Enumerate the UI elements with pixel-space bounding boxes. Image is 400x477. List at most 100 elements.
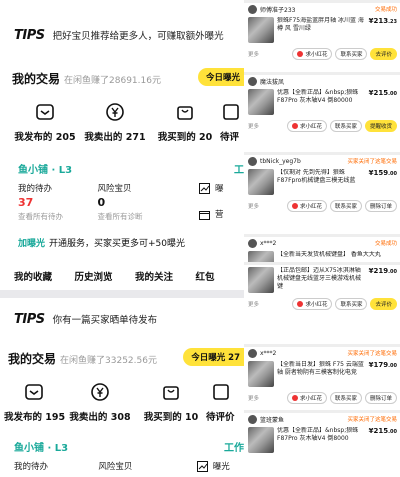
order-card[interactable]: x***2 买家关闭了这笔交易 【全新当日发】狼蛛 F75 云端蓝轴 厨者物阴有三模… [244, 344, 400, 404]
ask-flower-button[interactable]: 求小红花 [292, 47, 333, 60]
product-thumbnail[interactable] [248, 427, 274, 453]
buyer[interactable]: 篮班蒙鱼 [248, 414, 284, 424]
pending-block[interactable]: 我的待办 37 查看所有待办 [18, 182, 98, 222]
side-tools: 曝光 [196, 460, 236, 472]
more-link[interactable]: 更多 [248, 300, 259, 308]
shop-card[interactable]: 鱼小铺 · L3 工作 我的待办 风险宝贝 曝光 [6, 433, 244, 472]
order-card[interactable]: 篮班蒙鱼 买家关闭了这笔交易 优惠【全新正品】&nbsp;狼蛛F87Pro 灰木轴V… [244, 410, 400, 457]
risk-block[interactable]: 风险宝贝 0 查看所有诊断 [98, 182, 178, 222]
bag-icon [174, 101, 196, 123]
trade-earnings: 在闲鱼赚了28691.16元 [64, 76, 161, 86]
order-header: x***2 买家关闭了这笔交易 [244, 347, 400, 359]
tips-banner[interactable]: TIPS 把好宝贝推荐给更多人，可赚取额外曝光 [0, 24, 244, 46]
contact-buyer-button[interactable]: 联系买家 [335, 297, 368, 310]
product-thumbnail[interactable] [248, 17, 274, 43]
shop-card[interactable]: 鱼小铺 · L3 工 我的待办 37 查看所有待办 风险宝贝 0 查看所有诊断 … [10, 155, 244, 257]
price-dec: .00 [388, 91, 397, 97]
shortcut-history[interactable]: 历史浏览 [75, 269, 124, 283]
order-body[interactable]: 【仅剩对 先到先得】狼蛛F87Fpro机械键盘三模无线蓝 ¥159.00 [244, 167, 400, 199]
stat-bought[interactable]: 我买到的 10 [136, 381, 206, 423]
yen-icon [104, 101, 126, 123]
stat-published[interactable]: 我发布的 205 [10, 101, 80, 143]
order-primary-button[interactable]: 去评价 [370, 297, 397, 310]
order-card[interactable]: 师傅准子233 交易成功狼蛛F75海盐蓝胖月轴 冰川蓝 海樽 风 雪川绿 ¥213.… [244, 0, 400, 60]
more-link[interactable]: 更多 [248, 202, 259, 210]
shop-name: 鱼小铺 · L3 [14, 443, 69, 454]
stat-review[interactable]: 待评 [220, 101, 244, 143]
buyer[interactable]: 魔法拔凤 [248, 76, 284, 86]
today-exposure-badge[interactable]: 今日曝光 27 [183, 348, 244, 366]
product-thumbnail[interactable] [248, 361, 274, 387]
order-card[interactable]: 【正品包邮】迈从X75冰淇淋轴机械键盘无线蓝牙三模游戏机械键 ¥219.00 更多 求… [244, 262, 400, 310]
stat-bought[interactable]: 我买到的 20 [150, 101, 220, 143]
order-body[interactable]: 优惠【全新正品】&nbsp;狼蛛F87Pro 灰木轴V4 倒80000 ¥215.… [244, 87, 400, 119]
buyer[interactable]: x***2 [248, 238, 276, 248]
flower-icon [297, 300, 304, 307]
tips-message: 把好宝贝推荐给更多人，可赚取额外曝光 [52, 31, 224, 42]
stat-review[interactable]: 待评价 [206, 381, 236, 423]
price-dec: .23 [388, 19, 397, 25]
product-title: 【全新当日发】狼蛛 F75 云端蓝轴 厨者物阴有三模客制化电竞 [277, 361, 364, 376]
order-primary-button[interactable]: 删除订单 [364, 391, 397, 404]
ask-flower-button[interactable]: 求小红花 [292, 297, 333, 310]
order-status: 交易成功 [374, 7, 397, 13]
risk-link[interactable]: 查看所有诊断 [98, 211, 178, 222]
stat-label: 我发布的 195 [4, 412, 66, 423]
more-link[interactable]: 更多 [248, 50, 259, 58]
today-exposure-badge[interactable]: 今日曝光 [197, 68, 244, 86]
pending-block[interactable]: 我的待办 [14, 460, 98, 472]
exposure-tool[interactable]: 曝 [199, 182, 236, 194]
stat-published[interactable]: 我发布的 195 [4, 381, 66, 423]
exposure-promo[interactable]: 加曝光 开通服务，买家买更多可+50曝光 [10, 228, 244, 257]
marketing-tool[interactable]: 营 [199, 208, 236, 220]
avatar [248, 348, 257, 358]
order-card[interactable]: tbNick_yeg7b 买家关闭了这笔交易 【仅剩对 先到先得】狼蛛F87Fpro… [244, 152, 400, 212]
buyer[interactable]: tbNick_yeg7b [248, 156, 301, 166]
buyer[interactable]: 师傅准子233 [248, 4, 295, 14]
more-link[interactable]: 更多 [248, 122, 259, 130]
shortcut-redpacket[interactable]: 红包 [196, 269, 245, 283]
shop-side-link[interactable]: 工 [234, 161, 244, 176]
order-actions: 更多 求小红花 联系买家 去评价 [244, 47, 400, 60]
buyer[interactable]: x***2 [248, 348, 276, 358]
exposure-tool-label: 曝 [215, 184, 224, 194]
shortcut-following[interactable]: 我的关注 [135, 269, 184, 283]
contact-buyer-button[interactable]: 联系买家 [329, 199, 362, 212]
product-thumbnail[interactable] [248, 169, 274, 195]
ask-flower-button[interactable]: 求小红花 [286, 199, 327, 212]
shortcut-favorites[interactable]: 我的收藏 [14, 269, 63, 283]
order-body[interactable]: 【正品包邮】迈从X75冰淇淋轴机械键盘无线蓝牙三模游戏机械键 ¥219.00 [244, 265, 400, 297]
product-thumbnail[interactable] [248, 267, 274, 293]
stat-sold[interactable]: 我卖出的 271 [80, 101, 150, 143]
product-thumbnail[interactable] [248, 89, 274, 115]
bag-icon [160, 381, 182, 403]
order-header: 魔法拔凤 [244, 75, 400, 87]
pending-label: 我的待办 [18, 184, 53, 194]
promo-text: 开通服务，买家买更多可+50曝光 [49, 239, 186, 249]
exposure-tool[interactable]: 曝光 [196, 460, 236, 472]
order-card[interactable]: 魔法拔凤 优惠【全新正品】&nbsp;狼蛛F87Pro 灰木轴V4 倒80000 ¥… [244, 72, 400, 132]
order-status: 交易成功 [374, 241, 397, 247]
shop-side-link[interactable]: 工作 [224, 439, 244, 454]
ask-flower-button[interactable]: 求小红花 [286, 119, 327, 132]
contact-buyer-button[interactable]: 联系买家 [329, 391, 362, 404]
button-label: 求小红花 [299, 395, 322, 402]
order-primary-button[interactable]: 提醒收货 [364, 119, 397, 132]
order-price: ¥215.00 [368, 427, 397, 435]
order-body[interactable]: 优惠【全新正品】&nbsp;狼蛛F87Pro 灰木轴V4 倒8000 ¥215.0… [244, 425, 400, 457]
order-body[interactable]: 狼蛛F75海盐蓝胖月轴 冰川蓝 海樽 风 雪川绿 ¥213.23 [244, 15, 400, 47]
stat-label: 待评价 [206, 412, 235, 423]
order-primary-button[interactable]: 删除订单 [364, 199, 397, 212]
button-label: 求小红花 [299, 203, 322, 210]
contact-buyer-button[interactable]: 联系买家 [329, 119, 362, 132]
yen-icon [89, 381, 111, 403]
ask-flower-button[interactable]: 求小红花 [286, 391, 327, 404]
more-link[interactable]: 更多 [248, 394, 259, 402]
order-body[interactable]: 【全新当日发】狼蛛 F75 云端蓝轴 厨者物阴有三模客制化电竞 ¥179.00 [244, 359, 400, 391]
tips-banner[interactable]: TIPS 你有一篇买家晒单待发布 [0, 308, 244, 330]
pending-link[interactable]: 查看所有待办 [18, 211, 98, 222]
contact-buyer-button[interactable]: 联系买家 [335, 47, 368, 60]
order-primary-button[interactable]: 去评价 [370, 47, 397, 60]
stat-sold[interactable]: 我卖出的 308 [64, 381, 136, 423]
risk-block[interactable]: 风险宝贝 [98, 460, 182, 472]
